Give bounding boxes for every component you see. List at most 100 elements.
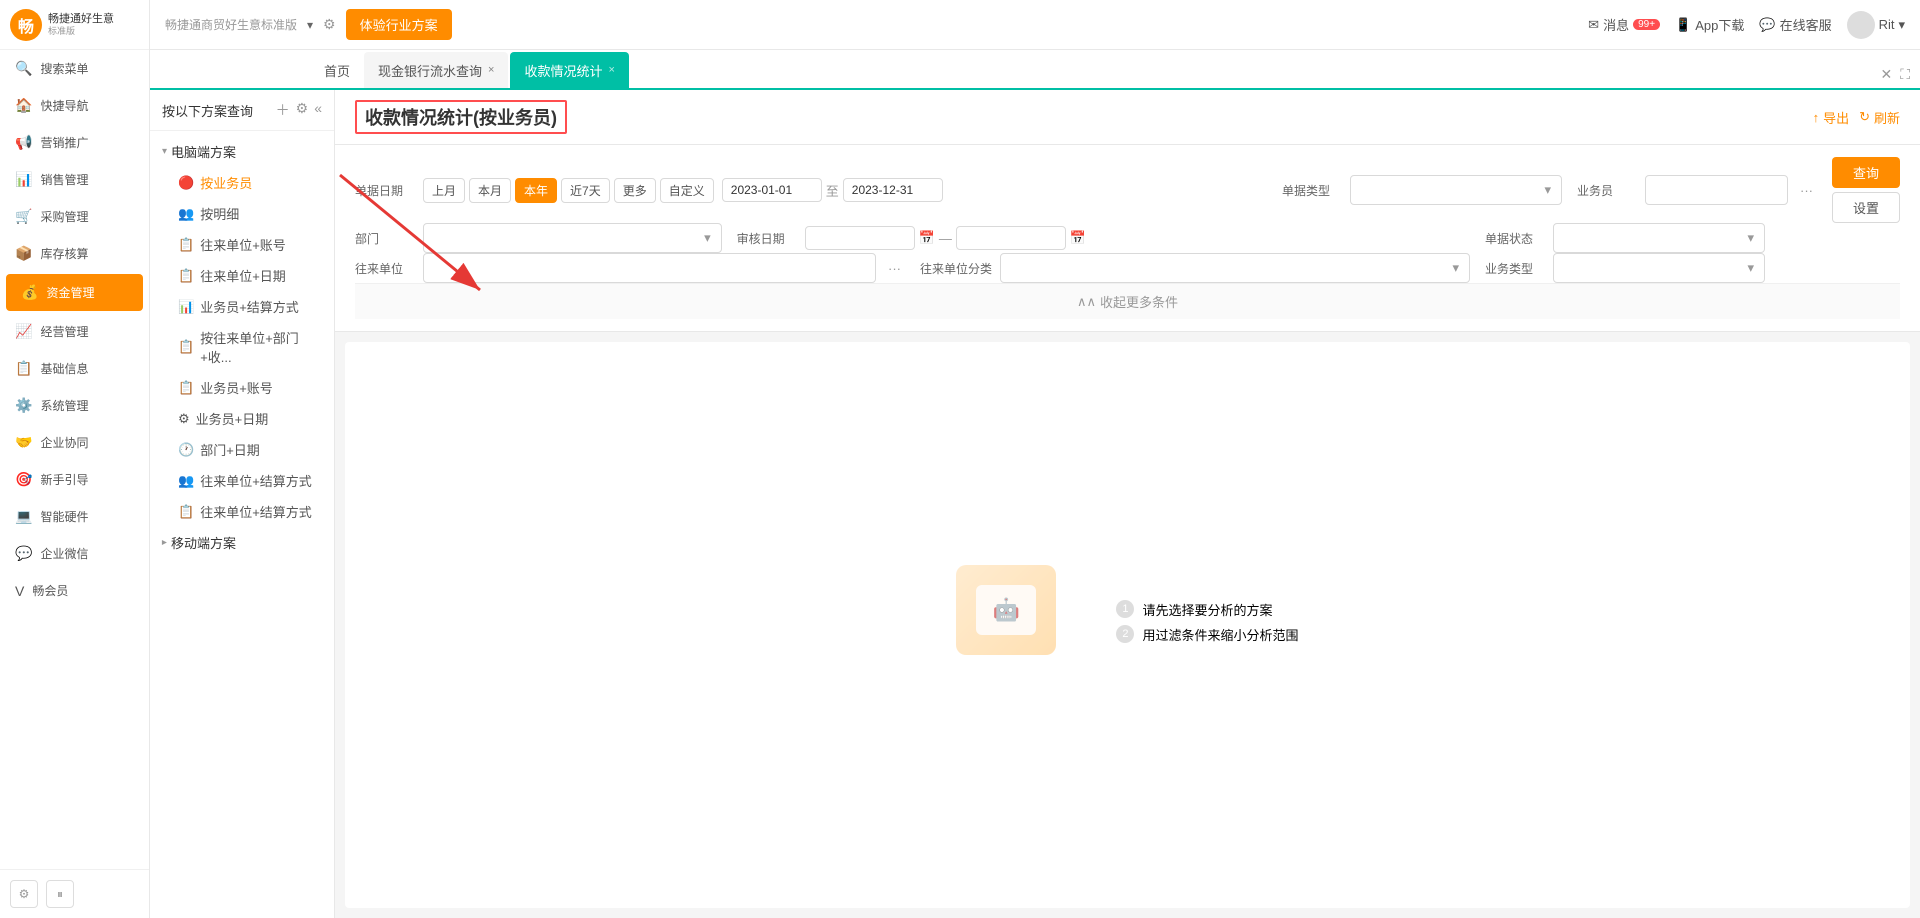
dept-select[interactable]: ▾ <box>423 223 722 253</box>
date-to-input[interactable] <box>843 178 943 202</box>
refresh-btn[interactable]: ↻ 刷新 <box>1859 108 1900 127</box>
scheme-desktop-header[interactable]: ▾ 电脑端方案 <box>150 136 334 167</box>
biz-type-arrow: ▾ <box>1747 260 1754 276</box>
trial-btn[interactable]: 体验行业方案 <box>346 9 452 40</box>
review-date-icon1[interactable]: 📅 <box>919 230 935 246</box>
collapse-btn[interactable]: ∧∧ 收起更多条件 <box>1077 292 1178 311</box>
query-btn[interactable]: 查询 <box>1832 157 1900 188</box>
settings-footer-btn[interactable]: ⚙ <box>10 880 38 908</box>
salesman-more-btn[interactable]: ··· <box>1796 183 1817 198</box>
scheme-item-by-salesman[interactable]: 🔴 按业务员 <box>150 167 334 198</box>
counterpart-more-btn[interactable]: ··· <box>884 261 905 276</box>
tab-bank-flow-close[interactable]: × <box>488 64 494 76</box>
date-this-month-btn[interactable]: 本月 <box>469 178 511 203</box>
nav-icon-system: ⚙️ <box>15 397 32 414</box>
filter-settings-btn[interactable]: 设置 <box>1832 192 1900 223</box>
voucher-status-label: 单据状态 <box>1485 230 1545 247</box>
review-date-to-input[interactable] <box>956 226 1066 250</box>
pause-footer-btn[interactable]: ⏸ <box>46 880 74 908</box>
voucher-status-select[interactable]: ▾ <box>1553 223 1765 253</box>
review-date-icon2[interactable]: 📅 <box>1070 230 1086 246</box>
nav-label-enterprise: 企业协同 <box>40 434 88 451</box>
sidebar-item-system[interactable]: ⚙️ 系统管理 <box>0 387 149 424</box>
tab-bar: 首页 现金银行流水查询 × 收款情况统计 × ✕ ⛶ <box>150 50 1920 90</box>
service-label: 在线客服 <box>1780 15 1832 34</box>
biz-type-select[interactable]: ▾ <box>1553 253 1765 283</box>
scheme-item-label-detail: 按明细 <box>200 204 239 223</box>
sidebar-item-quick-nav[interactable]: 🏠 快捷导航 <box>0 87 149 124</box>
scheme-item-unit-account[interactable]: 📋 往来单位+账号 <box>150 229 334 260</box>
scheme-item-icon-unit-account: 📋 <box>178 237 194 253</box>
refresh-icon: ↻ <box>1859 109 1870 125</box>
sidebar-item-enterprise[interactable]: 🤝 企业协同 <box>0 424 149 461</box>
review-date-group: 审核日期 📅 — 📅 <box>737 226 1470 250</box>
scheme-mobile-group: ▾ 移动端方案 <box>150 527 334 558</box>
sidebar-logo: 畅 畅捷通好生意 标准版 <box>0 0 149 50</box>
nav-label-sales: 销售管理 <box>40 171 88 188</box>
nav-label-guide: 新手引导 <box>40 471 88 488</box>
scheme-settings-btn[interactable]: ⚙ <box>296 100 309 120</box>
counterpart-select[interactable] <box>423 253 876 283</box>
scheme-desktop-group: ▾ 电脑端方案 🔴 按业务员 👥 按明细 📋 往来单位+账号 <box>150 136 334 527</box>
scheme-item-dept-date[interactable]: 🕐 部门+日期 <box>150 434 334 465</box>
date-this-year-btn[interactable]: 本年 <box>515 178 557 203</box>
scheme-add-btn[interactable]: ＋ <box>276 100 290 120</box>
sidebar-item-search[interactable]: 🔍 搜索菜单 <box>0 50 149 87</box>
date-last-month-btn[interactable]: 上月 <box>423 178 465 203</box>
voucher-type-label: 单据类型 <box>1282 182 1342 199</box>
scheme-item-icon-salesman-account: 📋 <box>178 380 194 396</box>
tab-bank-flow[interactable]: 现金银行流水查询 × <box>364 52 508 88</box>
scheme-list: ▾ 电脑端方案 🔴 按业务员 👥 按明细 📋 往来单位+账号 <box>150 131 334 918</box>
online-service-item[interactable]: 💬 在线客服 <box>1759 15 1831 34</box>
tab-close-all-icon[interactable]: ✕ <box>1880 66 1892 83</box>
tab-bar-right: ✕ ⛶ <box>1880 66 1910 83</box>
export-label: 导出 <box>1823 108 1849 127</box>
date-from-input[interactable] <box>722 178 822 202</box>
nav-icon-operation: 📈 <box>15 323 32 340</box>
sidebar-item-hardware[interactable]: 💻 智能硬件 <box>0 498 149 535</box>
sidebar-item-member[interactable]: V 畅会员 <box>0 572 149 609</box>
tab-expand-icon[interactable]: ⛶ <box>1900 66 1910 83</box>
sidebar-item-purchase[interactable]: 🛒 采购管理 <box>0 198 149 235</box>
page-title: 收款情况统计(按业务员) <box>355 100 567 134</box>
sidebar-item-basic[interactable]: 📋 基础信息 <box>0 350 149 387</box>
sidebar-item-inventory[interactable]: 📦 库存核算 <box>0 235 149 272</box>
scheme-item-by-detail[interactable]: 👥 按明细 <box>150 198 334 229</box>
scheme-mobile-header[interactable]: ▾ 移动端方案 <box>150 527 334 558</box>
date-7days-btn[interactable]: 近7天 <box>561 178 610 203</box>
scheme-item-salesman-account[interactable]: 📋 业务员+账号 <box>150 372 334 403</box>
scheme-item-label-salesman-account: 业务员+账号 <box>200 378 273 397</box>
header-gear-icon[interactable]: ⚙ <box>323 16 336 33</box>
sidebar-item-operation[interactable]: 📈 经营管理 <box>0 313 149 350</box>
app-download-item[interactable]: 📱 App下载 <box>1675 15 1744 34</box>
scheme-item-unit-settle1[interactable]: 👥 往来单位+结算方式 <box>150 465 334 496</box>
sidebar-item-wechat[interactable]: 💬 企业微信 <box>0 535 149 572</box>
step-num-2: 2 <box>1116 625 1134 643</box>
message-item[interactable]: ✉ 消息 99+ <box>1588 15 1660 34</box>
review-date-from-input[interactable] <box>805 226 915 250</box>
header-left: 畅捷通商贸好生意标准版 ▾ ⚙ 体验行业方案 <box>165 9 452 40</box>
counterpart-cat-select[interactable]: ▾ <box>1000 253 1470 283</box>
user-profile[interactable]: Rit ▾ <box>1847 11 1905 39</box>
top-header: 畅捷通商贸好生意标准版 ▾ ⚙ 体验行业方案 ✉ 消息 99+ 📱 App下载 … <box>150 0 1920 50</box>
tab-receipt-stat[interactable]: 收款情况统计 × <box>510 52 628 88</box>
scheme-item-unit-dept[interactable]: 📋 按往来单位+部门+收... <box>150 322 334 372</box>
scheme-item-salesman-date[interactable]: ⚙ 业务员+日期 <box>150 403 334 434</box>
voucher-type-select[interactable]: ▾ <box>1350 175 1562 205</box>
tab-receipt-stat-close[interactable]: × <box>608 64 614 76</box>
scheme-collapse-btn[interactable]: « <box>314 100 322 120</box>
scheme-item-unit-date[interactable]: 📋 往来单位+日期 <box>150 260 334 291</box>
sidebar-item-finance[interactable]: 💰 资金管理 <box>6 274 143 311</box>
sidebar-item-marketing[interactable]: 📢 营销推广 <box>0 124 149 161</box>
header-dropdown-arrow[interactable]: ▾ <box>307 18 313 32</box>
export-btn[interactable]: ↑ 导出 <box>1813 108 1850 127</box>
scheme-item-salesman-settle[interactable]: 📊 业务员+结算方式 <box>150 291 334 322</box>
scheme-item-unit-settle2[interactable]: 📋 往来单位+结算方式 <box>150 496 334 527</box>
date-more-btn[interactable]: 更多 <box>614 178 656 203</box>
salesman-select[interactable] <box>1645 175 1788 205</box>
sidebar-item-guide[interactable]: 🎯 新手引导 <box>0 461 149 498</box>
date-custom-btn[interactable]: 自定义 <box>660 178 714 203</box>
nav-label-wechat: 企业微信 <box>40 545 88 562</box>
tab-home[interactable]: 首页 <box>310 52 364 88</box>
sidebar-item-sales[interactable]: 📊 销售管理 <box>0 161 149 198</box>
